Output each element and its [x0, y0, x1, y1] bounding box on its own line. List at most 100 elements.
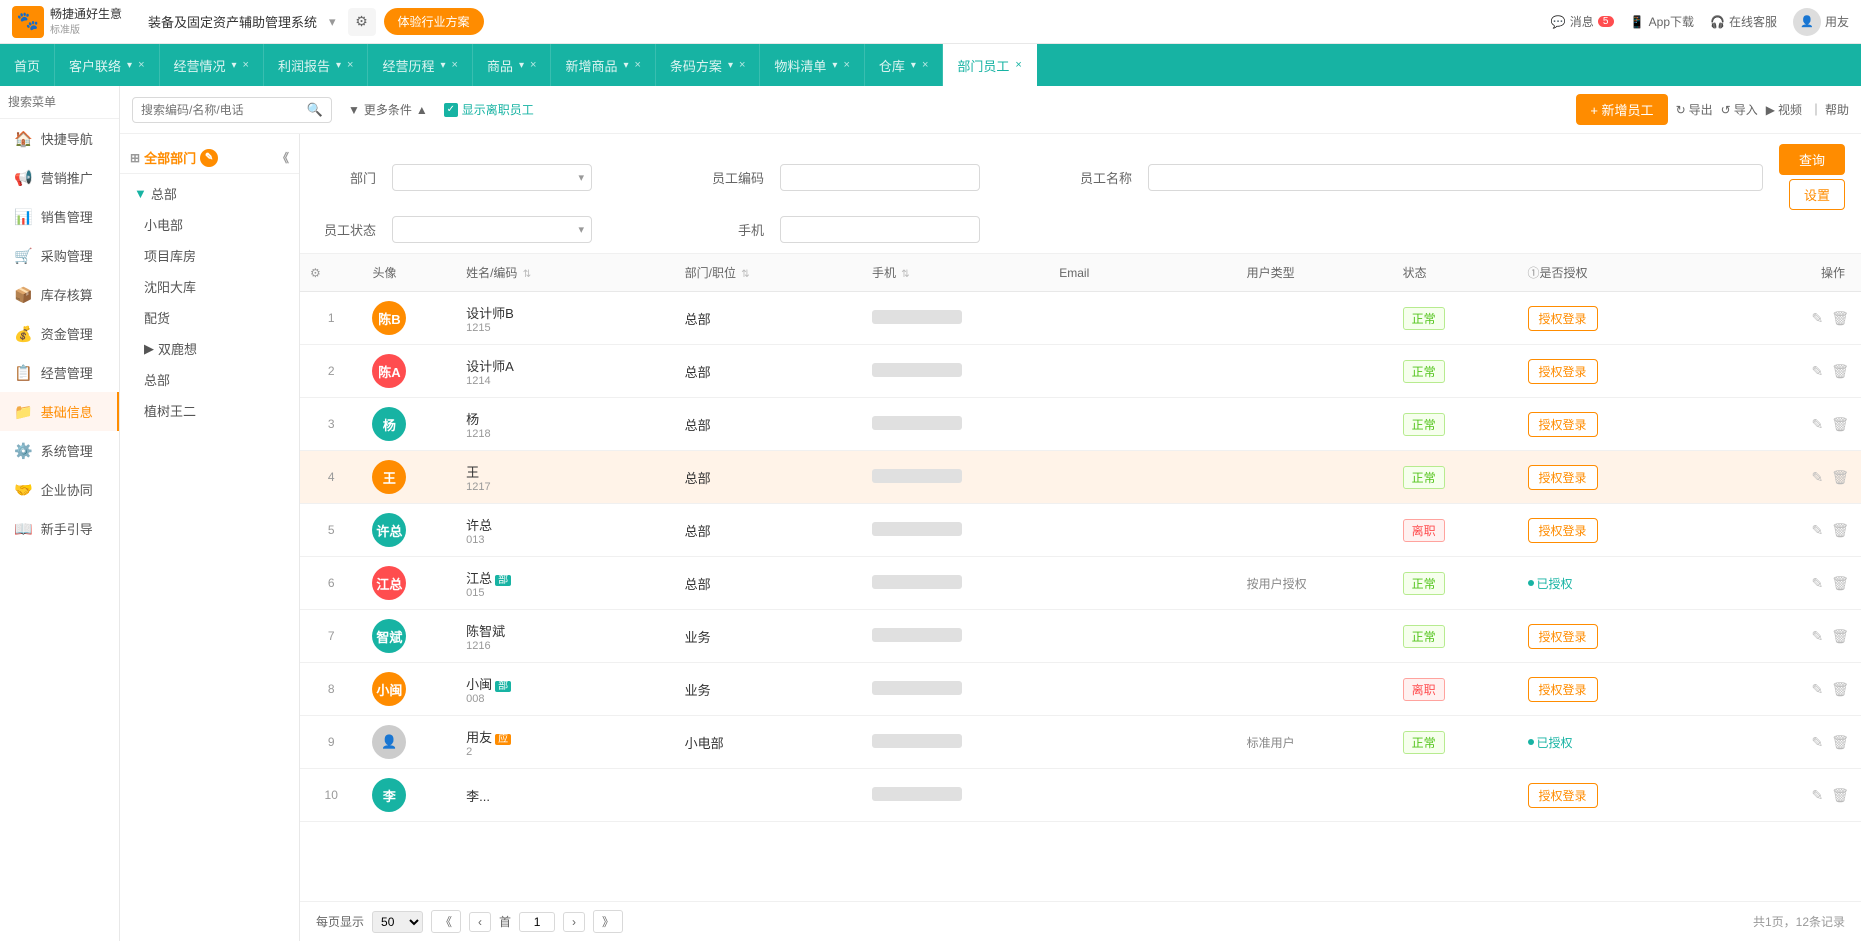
tab-customer-close[interactable]: ×: [138, 59, 144, 71]
sidebar-item-quicknav[interactable]: 🏠 快捷导航: [0, 119, 119, 158]
delete-icon[interactable]: 🗑: [1831, 310, 1849, 327]
action-cell: ✎ 🗑: [1736, 398, 1861, 451]
edit-icon[interactable]: ✎: [1811, 734, 1823, 751]
dept-item-peihuo[interactable]: 配货: [120, 302, 299, 333]
more-filter-button[interactable]: ▼ 更多条件 ▲: [340, 97, 436, 122]
help-button[interactable]: ｜ 帮助: [1810, 101, 1849, 118]
delete-icon[interactable]: 🗑: [1831, 734, 1849, 751]
auth-login-button[interactable]: 授权登录: [1528, 412, 1598, 437]
dept-collapse-icon[interactable]: 《: [277, 149, 289, 166]
page-input[interactable]: [519, 912, 555, 932]
sidebar-item-basic[interactable]: 📁 基础信息: [0, 392, 119, 431]
edit-icon[interactable]: ✎: [1811, 787, 1823, 804]
auth-login-button[interactable]: 授权登录: [1528, 306, 1598, 331]
settings-gear-icon[interactable]: ⚙: [348, 8, 376, 36]
tab-warehouse[interactable]: 仓库▾×: [865, 44, 943, 86]
dept-item-xiaodibu[interactable]: 小电部: [120, 209, 299, 240]
edit-icon[interactable]: ✎: [1811, 522, 1823, 539]
edit-icon[interactable]: ✎: [1811, 681, 1823, 698]
employee-code-input[interactable]: [780, 164, 980, 191]
delete-icon[interactable]: 🗑: [1831, 681, 1849, 698]
query-button[interactable]: 查询: [1779, 144, 1845, 175]
message-action[interactable]: 💬 消息 5: [1551, 13, 1614, 30]
add-employee-button[interactable]: + 新增员工: [1576, 94, 1667, 125]
edit-icon[interactable]: ✎: [1811, 416, 1823, 433]
dept-select[interactable]: [392, 164, 592, 191]
set-button[interactable]: 设置: [1789, 179, 1845, 210]
auth-login-button[interactable]: 授权登录: [1528, 677, 1598, 702]
next-page-button[interactable]: ›: [563, 912, 585, 932]
status-select[interactable]: [392, 216, 592, 243]
employee-name-input[interactable]: [1148, 164, 1763, 191]
dept-item-zhishu[interactable]: 植树王二: [120, 395, 299, 426]
delete-icon[interactable]: 🗑: [1831, 416, 1849, 433]
employee-table-wrap: ⚙ 头像 姓名/编码 ⇅ 部门/职位 ⇅ 手机 ⇅ Email 用户类型 状态 …: [300, 254, 1861, 901]
trial-button[interactable]: 体验行业方案: [384, 8, 484, 35]
table-settings-icon[interactable]: ⚙: [310, 266, 321, 280]
tab-employee[interactable]: 部门员工×: [943, 44, 1036, 86]
import-button[interactable]: ↺ 导入: [1721, 101, 1758, 118]
auth-login-button[interactable]: 授权登录: [1528, 465, 1598, 490]
tab-bom[interactable]: 物料清单▾×: [760, 44, 864, 86]
sidebar-item-marketing[interactable]: 📢 营销推广: [0, 158, 119, 197]
edit-icon[interactable]: ✎: [1811, 628, 1823, 645]
tab-operation[interactable]: 经营情况▾×: [160, 44, 264, 86]
auth-login-button[interactable]: 授权登录: [1528, 359, 1598, 384]
tab-customer[interactable]: 客户联络▾×: [55, 44, 159, 86]
sidebar-item-inventory[interactable]: 📦 库存核算: [0, 275, 119, 314]
search-input[interactable]: [141, 103, 303, 117]
col-usertype: 用户类型: [1237, 254, 1393, 292]
per-page-select[interactable]: 50 100 200: [372, 911, 423, 933]
first-page-button[interactable]: 《: [431, 910, 461, 933]
tab-add-goods[interactable]: 新增商品▾×: [551, 44, 655, 86]
show-resigned-checkbox[interactable]: ✓: [444, 103, 458, 117]
delete-icon[interactable]: 🗑: [1831, 628, 1849, 645]
sidebar-search-input[interactable]: [8, 95, 120, 109]
edit-icon[interactable]: ✎: [1811, 363, 1823, 380]
tab-history[interactable]: 经营历程▾×: [368, 44, 472, 86]
sidebar-item-purchase[interactable]: 🛒 采购管理: [0, 236, 119, 275]
tab-employee-close[interactable]: ×: [1015, 59, 1021, 71]
sidebar-item-collab[interactable]: 🤝 企业协同: [0, 470, 119, 509]
sidebar-item-business[interactable]: 📋 经营管理: [0, 353, 119, 392]
sidebar-item-sales[interactable]: 📊 销售管理: [0, 197, 119, 236]
auth-login-button[interactable]: 授权登录: [1528, 518, 1598, 543]
export-button[interactable]: ↻ 导出: [1676, 101, 1713, 118]
auth-login-button[interactable]: 授权登录: [1528, 624, 1598, 649]
delete-icon[interactable]: 🗑: [1831, 522, 1849, 539]
status-cell: 正常: [1393, 398, 1518, 451]
delete-icon[interactable]: 🗑: [1831, 575, 1849, 592]
dept-item-shenyang[interactable]: 沈阳大库: [120, 271, 299, 302]
view-button[interactable]: ▶ 视频: [1766, 101, 1802, 118]
tab-barcode[interactable]: 条码方案▾×: [656, 44, 760, 86]
dept-item-zongbu[interactable]: 总部: [120, 364, 299, 395]
delete-icon[interactable]: 🗑: [1831, 787, 1849, 804]
auth-login-button[interactable]: 授权登录: [1528, 783, 1598, 808]
avatar-cell: 许总: [362, 504, 456, 557]
tab-home[interactable]: 首页: [0, 44, 55, 86]
user-action[interactable]: 👤 用友: [1793, 8, 1849, 36]
sidebar-item-system[interactable]: ⚙️ 系统管理: [0, 431, 119, 470]
sidebar-item-guide[interactable]: 📖 新手引导: [0, 509, 119, 548]
tab-profit[interactable]: 利润报告▾×: [264, 44, 368, 86]
delete-icon[interactable]: 🗑: [1831, 469, 1849, 486]
auth-info-icon[interactable]: ①: [1528, 266, 1540, 280]
nav-tabs: 首页 客户联络▾× 经营情况▾× 利润报告▾× 经营历程▾× 商品▾× 新增商品…: [0, 44, 1861, 86]
show-resigned-toggle[interactable]: ✓ 显示离职员工: [444, 101, 534, 118]
phone-input[interactable]: [780, 216, 980, 243]
last-page-button[interactable]: 》: [593, 910, 623, 933]
online-service-action[interactable]: 🎧 在线客服: [1710, 13, 1777, 30]
tab-goods[interactable]: 商品▾×: [473, 44, 551, 86]
edit-icon[interactable]: ✎: [1811, 575, 1823, 592]
app-download-action[interactable]: 📱 App下载: [1630, 13, 1694, 30]
edit-icon[interactable]: ✎: [1811, 469, 1823, 486]
dropdown-arrow[interactable]: ▾: [329, 14, 336, 30]
dept-item-head[interactable]: ▼ 总部: [120, 178, 299, 209]
prev-page-button[interactable]: ‹: [469, 912, 491, 932]
dept-item-shuanglu[interactable]: ▶ 双鹿想: [120, 333, 299, 364]
dept-item-projroom[interactable]: 项目库房: [120, 240, 299, 271]
edit-icon[interactable]: ✎: [1811, 310, 1823, 327]
delete-icon[interactable]: 🗑: [1831, 363, 1849, 380]
dept-edit-icon[interactable]: ✎: [200, 149, 218, 167]
sidebar-item-finance[interactable]: 💰 资金管理: [0, 314, 119, 353]
